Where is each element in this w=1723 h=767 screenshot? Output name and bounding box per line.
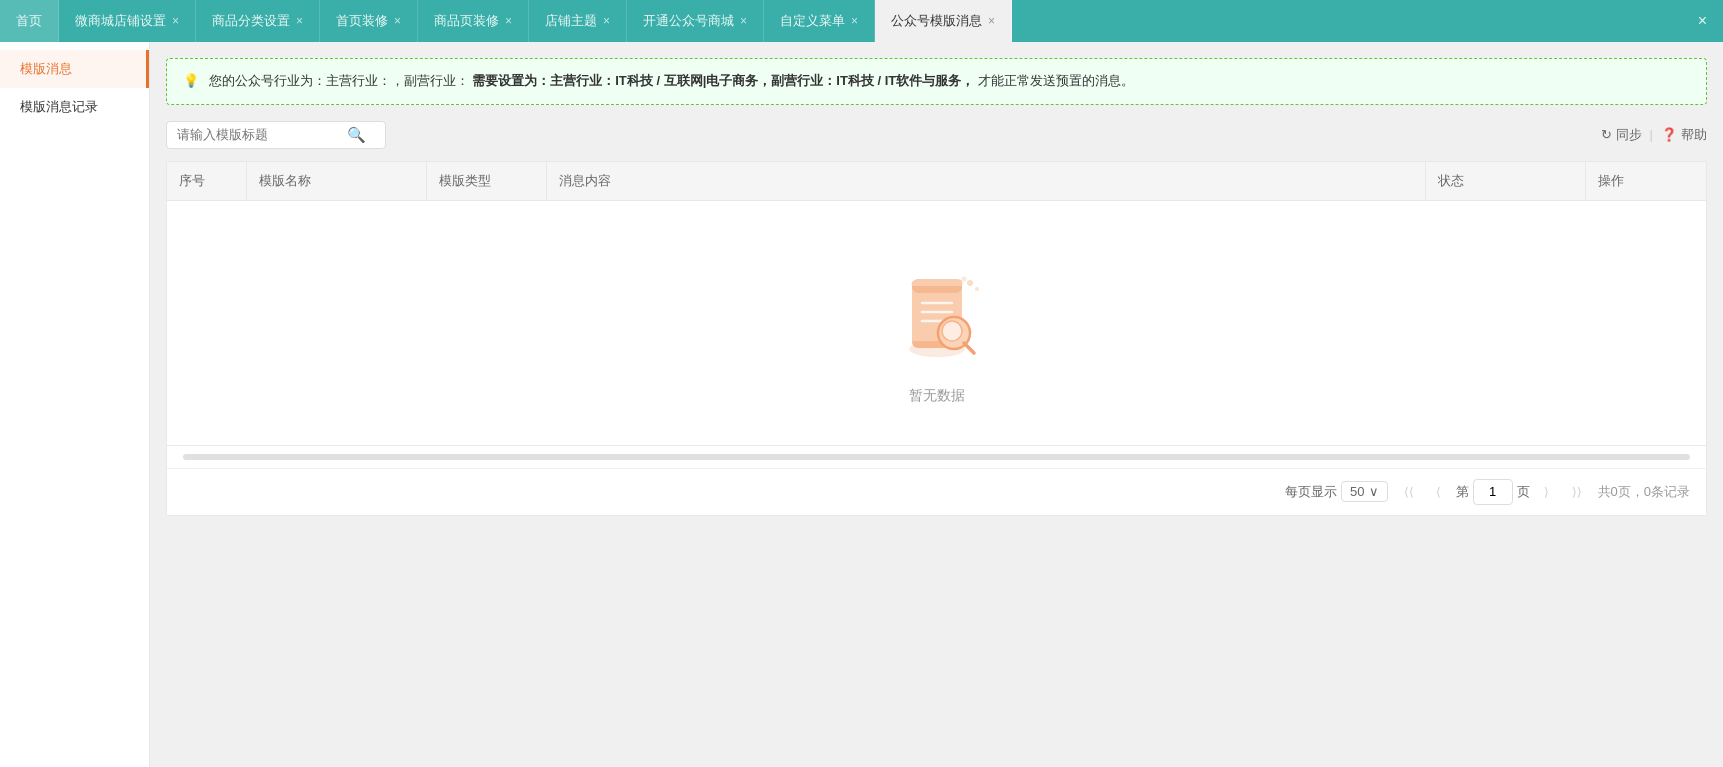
data-table: 序号 模版名称 模版类型 消息内容 状态 操作 bbox=[166, 161, 1707, 516]
table-header: 序号 模版名称 模版类型 消息内容 状态 操作 bbox=[167, 162, 1706, 201]
notice-prefix: 您的公众号行业为：主营行业：，副营行业： bbox=[209, 73, 469, 88]
page-navigation: ⟨⟨ ⟨ 第 页 ⟩ ⟩⟩ bbox=[1396, 479, 1590, 505]
nav-tab-label-theme: 店铺主题 bbox=[545, 12, 597, 30]
top-nav: 首页微商城店铺设置×商品分类设置×首页装修×商品页装修×店铺主题×开通公众号商城… bbox=[0, 0, 1723, 42]
nav-tab-close-theme[interactable]: × bbox=[603, 15, 610, 27]
nav-tab-label-product: 商品页装修 bbox=[434, 12, 499, 30]
page-input[interactable] bbox=[1473, 479, 1513, 505]
svg-line-6 bbox=[964, 343, 974, 353]
nav-tab-close-custommenu[interactable]: × bbox=[851, 15, 858, 27]
help-label: 帮助 bbox=[1681, 126, 1707, 144]
per-page-selector: 每页显示 50 ∨ bbox=[1285, 481, 1387, 502]
search-input-wrapper: 🔍 bbox=[166, 121, 386, 149]
nav-tab-label-custommenu: 自定义菜单 bbox=[780, 12, 845, 30]
help-button[interactable]: ❓ 帮助 bbox=[1661, 126, 1707, 144]
search-input[interactable] bbox=[177, 127, 347, 142]
search-actions: ↻ 同步 | ❓ 帮助 bbox=[1601, 126, 1707, 144]
nav-tab-custommenu[interactable]: 自定义菜单 × bbox=[764, 0, 875, 42]
nav-tab-close-mall[interactable]: × bbox=[740, 15, 747, 27]
nav-tab-label-homepage: 首页装修 bbox=[336, 12, 388, 30]
empty-state: 暂无数据 bbox=[167, 201, 1706, 445]
col-name: 模版名称 bbox=[247, 162, 427, 200]
page-label: 第 bbox=[1456, 483, 1469, 501]
notice-icon: 💡 bbox=[183, 73, 199, 88]
nav-tab-template[interactable]: 公众号模版消息 × bbox=[875, 0, 1012, 42]
notice-banner: 💡 您的公众号行业为：主营行业：，副营行业： 需要设置为：主营行业：IT科技 /… bbox=[166, 58, 1707, 105]
per-page-value: 50 bbox=[1350, 484, 1364, 499]
sync-icon: ↻ bbox=[1601, 127, 1612, 142]
sidebar-item-template-msg[interactable]: 模版消息 bbox=[0, 50, 149, 88]
svg-point-9 bbox=[961, 276, 966, 281]
nav-tab-mall[interactable]: 开通公众号商城 × bbox=[627, 0, 764, 42]
prev-page-button[interactable]: ⟨ bbox=[1426, 479, 1452, 505]
help-icon: ❓ bbox=[1661, 127, 1677, 142]
pagination: 每页显示 50 ∨ ⟨⟨ ⟨ 第 页 ⟩ ⟩⟩ 共0页，0条记录 bbox=[167, 468, 1706, 515]
sync-button[interactable]: ↻ 同步 bbox=[1601, 126, 1642, 144]
chevron-down-icon: ∨ bbox=[1369, 484, 1379, 499]
nav-tab-close-product[interactable]: × bbox=[505, 15, 512, 27]
col-status: 状态 bbox=[1426, 162, 1586, 200]
divider: | bbox=[1650, 127, 1653, 142]
scrollbar[interactable] bbox=[183, 454, 1690, 460]
notice-suffix: 才能正常发送预置的消息。 bbox=[978, 73, 1134, 88]
total-info: 共0页，0条记录 bbox=[1598, 483, 1690, 501]
scrollbar-track bbox=[167, 445, 1706, 468]
nav-tab-weshop[interactable]: 微商城店铺设置 × bbox=[59, 0, 196, 42]
col-content: 消息内容 bbox=[547, 162, 1426, 200]
notice-highlight: 需要设置为：主营行业：IT科技 / 互联网|电子商务，副营行业：IT科技 / I… bbox=[472, 73, 974, 88]
svg-point-8 bbox=[975, 287, 979, 291]
nav-tab-close-homepage[interactable]: × bbox=[394, 15, 401, 27]
sidebar: 模版消息模版消息记录 bbox=[0, 42, 150, 767]
nav-tab-home[interactable]: 首页 bbox=[0, 0, 59, 42]
nav-tab-theme[interactable]: 店铺主题 × bbox=[529, 0, 627, 42]
nav-tab-category[interactable]: 商品分类设置 × bbox=[196, 0, 320, 42]
global-close-button[interactable]: × bbox=[1682, 12, 1723, 30]
nav-tab-close-category[interactable]: × bbox=[296, 15, 303, 27]
nav-tab-homepage[interactable]: 首页装修 × bbox=[320, 0, 418, 42]
empty-text: 暂无数据 bbox=[909, 387, 965, 405]
nav-tab-label-category: 商品分类设置 bbox=[212, 12, 290, 30]
last-page-button[interactable]: ⟩⟩ bbox=[1564, 479, 1590, 505]
per-page-label: 每页显示 bbox=[1285, 483, 1337, 501]
sync-label: 同步 bbox=[1616, 126, 1642, 144]
col-action: 操作 bbox=[1586, 162, 1706, 200]
sidebar-item-template-record[interactable]: 模版消息记录 bbox=[0, 88, 149, 126]
nav-tab-label-mall: 开通公众号商城 bbox=[643, 12, 734, 30]
col-type: 模版类型 bbox=[427, 162, 547, 200]
svg-point-7 bbox=[967, 280, 973, 286]
page-unit: 页 bbox=[1517, 483, 1530, 501]
per-page-select-box[interactable]: 50 ∨ bbox=[1341, 481, 1387, 502]
col-seq: 序号 bbox=[167, 162, 247, 200]
first-page-button[interactable]: ⟨⟨ bbox=[1396, 479, 1422, 505]
search-bar: 🔍 ↻ 同步 | ❓ 帮助 bbox=[166, 121, 1707, 149]
empty-illustration bbox=[882, 261, 992, 371]
search-button[interactable]: 🔍 bbox=[347, 126, 366, 144]
content-area: 💡 您的公众号行业为：主营行业：，副营行业： 需要设置为：主营行业：IT科技 /… bbox=[150, 42, 1723, 767]
nav-tab-close-weshop[interactable]: × bbox=[172, 15, 179, 27]
main-layout: 模版消息模版消息记录 💡 您的公众号行业为：主营行业：，副营行业： 需要设置为：… bbox=[0, 42, 1723, 767]
nav-tab-label-template: 公众号模版消息 bbox=[891, 12, 982, 30]
nav-tab-product[interactable]: 商品页装修 × bbox=[418, 0, 529, 42]
nav-tab-close-template[interactable]: × bbox=[988, 15, 995, 27]
nav-tab-label-weshop: 微商城店铺设置 bbox=[75, 12, 166, 30]
svg-point-5 bbox=[942, 321, 962, 341]
next-page-button[interactable]: ⟩ bbox=[1534, 479, 1560, 505]
nav-tab-label-home: 首页 bbox=[16, 12, 42, 30]
